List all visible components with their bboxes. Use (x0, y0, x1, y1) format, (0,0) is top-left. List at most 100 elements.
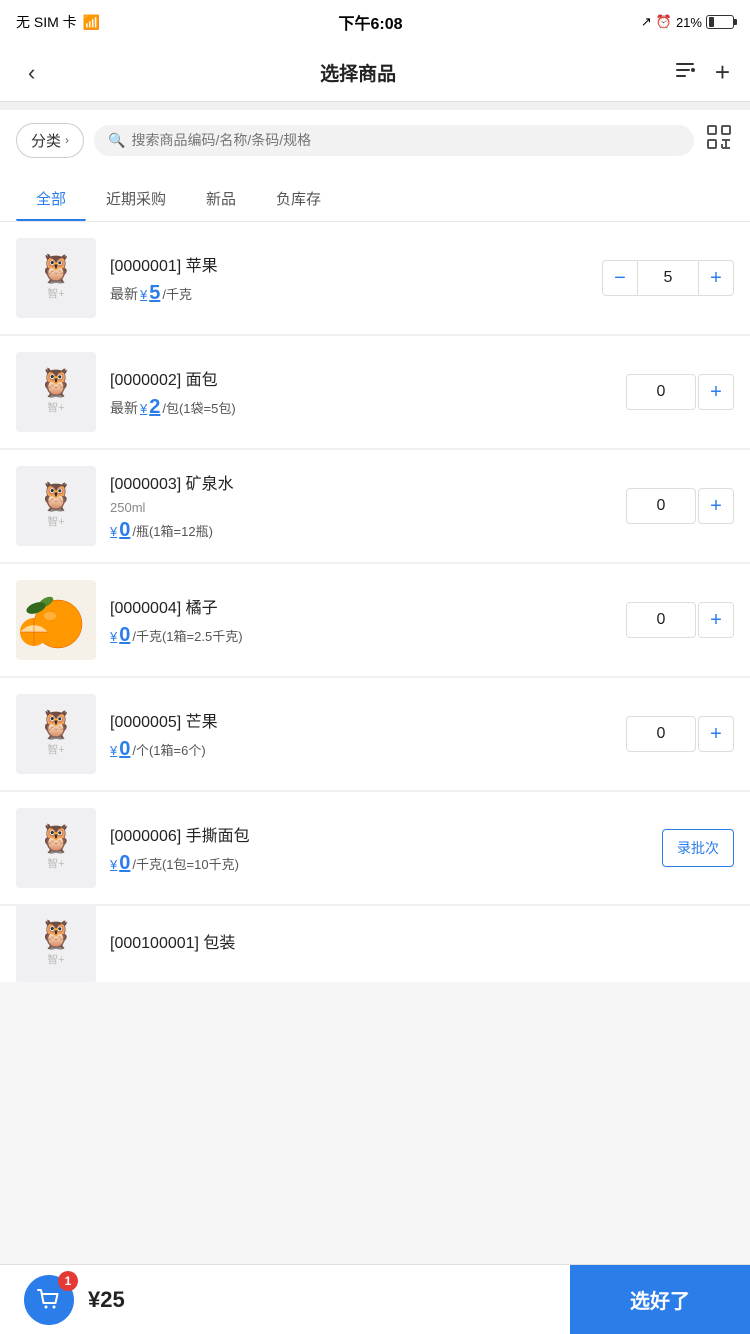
product-qty-0000001: − + (602, 260, 734, 296)
price-label: 最新 (110, 284, 138, 304)
status-left: 无 SIM 卡 📶 (16, 12, 100, 32)
product-price-0000001: 最新 ¥ 5 /千克 (110, 282, 588, 305)
chevron-right-icon: › (65, 133, 69, 147)
qty-increase-0000003[interactable]: + (698, 488, 734, 524)
product-item-0000001: 🦉 智+ [0000001] 苹果 最新 ¥ 5 /千克 − + (0, 222, 750, 334)
tab-recent[interactable]: 近期采购 (86, 180, 186, 221)
cart-section: 1 ¥25 (0, 1275, 125, 1325)
tab-new[interactable]: 新品 (186, 180, 256, 221)
product-item-0000002: 🦉 智+ [0000002] 面包 最新 ¥ 2 /包(1袋=5包) + (0, 336, 750, 448)
product-name-0000003: [0000003] 矿泉水 (110, 470, 612, 494)
product-info-0000006: [0000006] 手撕面包 ¥ 0 /千克(1包=10千克) (110, 822, 648, 875)
placeholder-icon: 🦉 (39, 483, 74, 511)
price-yen-icon: ¥ (140, 401, 147, 416)
qty-input-0000005[interactable] (626, 716, 696, 752)
category-label: 分类 (31, 130, 61, 151)
qty-input-0000003[interactable] (626, 488, 696, 524)
status-bar: 无 SIM 卡 📶 下午6:08 ↗ ⏰ 21% (0, 0, 750, 44)
back-button[interactable]: ‹ (20, 52, 43, 94)
qty-decrease-0000001[interactable]: − (602, 260, 638, 296)
placeholder-icon: 🦉 (39, 255, 74, 283)
price-num: 0 (119, 738, 130, 761)
qty-increase-0000002[interactable]: + (698, 374, 734, 410)
qty-input-0000001[interactable] (638, 260, 698, 296)
cart-total: ¥25 (88, 1287, 125, 1313)
product-name-0000005: [0000005] 芒果 (110, 708, 612, 732)
price-label: 最新 (110, 398, 138, 418)
battery-percent: 21% (676, 15, 702, 30)
product-item-0000005: 🦉 智+ [0000005] 芒果 ¥ 0 /个(1箱=6个) + (0, 678, 750, 790)
product-price-0000004: ¥ 0 /千克(1箱=2.5千克) (110, 624, 612, 647)
price-yen-icon: ¥ (140, 287, 147, 302)
price-unit: /瓶(1箱=12瓶) (132, 521, 213, 540)
product-price-0000006: ¥ 0 /千克(1包=10千克) (110, 852, 648, 875)
product-name-0000002: [0000002] 面包 (110, 366, 612, 390)
filter-icon[interactable] (673, 58, 697, 88)
price-unit: /个(1箱=6个) (132, 740, 205, 759)
alarm-icon: ⏰ (656, 14, 672, 30)
placeholder-text: 智+ (47, 513, 64, 529)
tab-all[interactable]: 全部 (16, 180, 86, 221)
product-thumb-0000001: 🦉 智+ (16, 238, 96, 318)
category-button[interactable]: 分类 › (16, 123, 84, 158)
product-thumb-0000003: 🦉 智+ (16, 466, 96, 546)
product-name-0000004: [0000004] 橘子 (110, 594, 612, 618)
product-list: 🦉 智+ [0000001] 苹果 最新 ¥ 5 /千克 − + 🦉 智+ (0, 222, 750, 982)
location-icon: ↗ (641, 14, 652, 30)
price-num: 0 (119, 624, 130, 647)
price-num: 2 (149, 396, 160, 419)
qty-increase-0000005[interactable]: + (698, 716, 734, 752)
placeholder-text: 智+ (47, 285, 64, 301)
orange-image (16, 580, 96, 660)
product-thumb-0000002: 🦉 智+ (16, 352, 96, 432)
cart-badge: 1 (58, 1271, 78, 1291)
placeholder-icon: 🦉 (39, 921, 74, 949)
search-input[interactable] (131, 132, 680, 148)
top-divider (0, 102, 750, 110)
search-bar: 🔍 (94, 125, 694, 156)
cart-button[interactable]: 1 (24, 1275, 74, 1325)
product-qty-0000005: + (626, 716, 734, 752)
battery-icon (706, 15, 734, 29)
status-right: ↗ ⏰ 21% (641, 14, 734, 30)
product-item-0000003: 🦉 智+ [0000003] 矿泉水 250ml ¥ 0 /瓶(1箱=12瓶) … (0, 450, 750, 562)
placeholder-text: 智+ (47, 951, 64, 967)
record-batch-button-0000006[interactable]: 录批次 (662, 829, 734, 867)
placeholder-text: 智+ (47, 399, 64, 415)
qty-input-0000002[interactable] (626, 374, 696, 410)
qty-input-0000004[interactable] (626, 602, 696, 638)
confirm-button[interactable]: 选好了 (570, 1265, 750, 1334)
product-qty-0000004: + (626, 602, 734, 638)
product-thumb-000100001: 🦉 智+ (16, 906, 96, 982)
placeholder-icon: 🦉 (39, 825, 74, 853)
product-info-0000005: [0000005] 芒果 ¥ 0 /个(1箱=6个) (110, 708, 612, 761)
product-thumb-0000004 (16, 580, 96, 660)
price-unit: /包(1袋=5包) (162, 398, 235, 417)
product-name-0000001: [0000001] 苹果 (110, 252, 588, 276)
add-icon[interactable]: + (715, 57, 730, 88)
product-info-0000002: [0000002] 面包 最新 ¥ 2 /包(1袋=5包) (110, 366, 612, 419)
qty-increase-0000004[interactable]: + (698, 602, 734, 638)
product-info-0000001: [0000001] 苹果 最新 ¥ 5 /千克 (110, 252, 588, 305)
bottom-bar: 1 ¥25 选好了 (0, 1264, 750, 1334)
price-num: 0 (119, 519, 130, 542)
product-name-0000006: [0000006] 手撕面包 (110, 822, 648, 846)
scan-icon[interactable] (704, 122, 734, 158)
placeholder-text: 智+ (47, 855, 64, 871)
nav-bar: ‹ 选择商品 + (0, 44, 750, 102)
product-qty-0000006: 录批次 (662, 829, 734, 867)
product-info-000100001: [000100001] 包装 (110, 929, 734, 959)
tab-negative-stock[interactable]: 负库存 (256, 180, 341, 221)
tab-bar: 全部 近期采购 新品 负库存 (0, 170, 750, 222)
price-yen-icon: ¥ (110, 743, 117, 758)
status-time: 下午6:08 (338, 10, 402, 34)
price-unit: /千克(1箱=2.5千克) (132, 626, 242, 645)
product-price-0000002: 最新 ¥ 2 /包(1袋=5包) (110, 396, 612, 419)
price-yen-icon: ¥ (110, 524, 117, 539)
price-num: 5 (149, 282, 160, 305)
price-yen-icon: ¥ (110, 857, 117, 872)
page-title: 选择商品 (320, 59, 396, 86)
filter-bar: 分类 › 🔍 (0, 110, 750, 170)
qty-increase-0000001[interactable]: + (698, 260, 734, 296)
product-qty-0000002: + (626, 374, 734, 410)
